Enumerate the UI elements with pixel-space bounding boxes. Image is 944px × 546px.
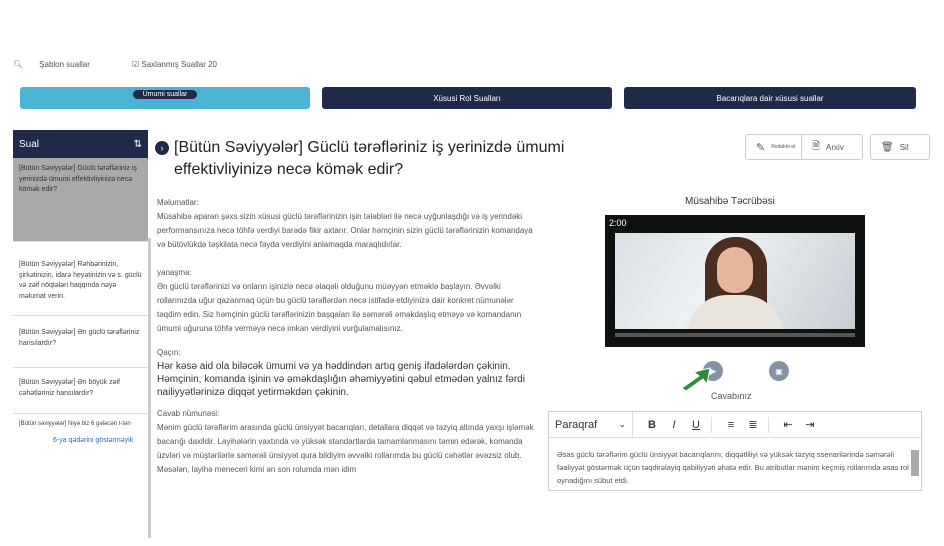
bullet-list-icon[interactable]: ≡ — [722, 419, 740, 431]
save-button[interactable]: ▣ — [769, 361, 789, 381]
toolbar-divider — [768, 416, 769, 433]
format-select-value: Paraqraf — [555, 418, 598, 431]
info-text: Müsahibə aparan şəxs sizin xüsusi güclü … — [157, 212, 533, 249]
sample-text: Mənim güclü tərəflərim arasında güclü ün… — [157, 423, 534, 474]
sidebar-item-label: [Bütün Səviyyələr] Rəhbərinizin, şirkəti… — [19, 261, 142, 300]
archive-label: Arxiv — [826, 142, 844, 152]
sidebar-header: Sual ⇅ — [13, 130, 148, 158]
outdent-icon[interactable]: ⇤ — [779, 418, 797, 431]
question-content: Məlumatlar: Müsahibə aparan şəxs sizin x… — [157, 196, 535, 485]
archive-button[interactable]: 🗎︎ Arxiv — [801, 134, 863, 160]
document-icon: 🗎︎ — [812, 140, 821, 152]
answer-editor[interactable]: Paraqraf ⌄ B I U ≡ ≣ ⇤ ⇥ Əsas güclü tərə… — [548, 411, 922, 491]
sidebar-scrollbar[interactable] — [148, 238, 151, 538]
sidebar-item-selected[interactable]: [Bütün Səviyyələr] Güclü tərəfləriniz iş… — [13, 158, 148, 242]
interviewer-face — [717, 247, 753, 293]
sidebar-item-label: [Bütün Səviyyələr] Ən böyük zəif cəhətlə… — [19, 379, 120, 397]
sidebar-item[interactable]: [Bütün Səviyyələr] Rəhbərinizin, şirkəti… — [13, 242, 148, 316]
search-icon: 🔍︎ — [13, 60, 24, 69]
sidebar-item[interactable]: [Bütün Səviyyələr] Ən güclü tərəfləriniz… — [13, 316, 148, 368]
avoid-heading: Qaçın: — [157, 348, 181, 357]
info-section: Məlumatlar: Müsahibə aparan şəxs sizin x… — [157, 196, 535, 252]
underline-icon[interactable]: U — [687, 419, 705, 431]
chevron-down-icon: ⌄ — [618, 419, 626, 429]
saved-questions-link[interactable]: ☑ Saxlanmış Suallar 20 — [132, 60, 217, 69]
info-heading: Məlumatlar: — [157, 198, 199, 207]
pencil-icon: ✎ — [756, 141, 766, 154]
sample-heading: Cavab nümunəsi: — [157, 409, 220, 418]
delete-label: Sil — [899, 142, 909, 152]
timer: 2:00 — [609, 218, 627, 228]
interviewer-body — [687, 295, 783, 329]
question-sidebar: Sual ⇅ [Bütün Səviyyələr] Güclü tərəflər… — [13, 130, 151, 538]
editor-text[interactable]: Əsas güclü tərəflərim güclü ünsiyyət bac… — [549, 438, 921, 497]
tab-role-label: Xüsusi Rol Sualları — [433, 93, 501, 103]
bold-icon[interactable]: B — [643, 419, 661, 431]
avoid-section: Qaçın: Hər kəsə aid ola biləcək ümumi və… — [157, 346, 535, 399]
sidebar-item[interactable]: [Bütün Səviyyələr] Ən böyük zəif cəhətlə… — [13, 368, 148, 414]
toolbar-divider — [711, 416, 712, 433]
pointer-arrow-icon — [681, 367, 711, 392]
tab-role-questions[interactable]: Xüsusi Rol Sualları — [322, 87, 612, 109]
sidebar-item[interactable]: [Bütün səviyyələr] Niyə biz 6 gələcən t-… — [13, 414, 148, 435]
video-frame — [615, 233, 855, 329]
tab-general-questions[interactable]: Ümumi suallar — [20, 87, 310, 109]
edit-label: Redaktə et — [771, 144, 796, 150]
delete-button[interactable]: 🗑︎ Sil — [870, 134, 930, 160]
tab-skill-questions[interactable]: Bacarıqlara dair xüsusi suallar — [624, 87, 916, 109]
trash-icon: 🗑︎ — [881, 141, 894, 153]
question-title: [Bütün Səviyyələr] Güclü tərəfləriniz iş… — [174, 139, 565, 178]
answer-label: Cavabınız — [711, 391, 752, 401]
saved-questions-label: ☑ Saxlanmış Suallar 20 — [132, 60, 217, 69]
save-icon: ▣ — [775, 366, 783, 376]
numbered-list-icon[interactable]: ≣ — [744, 418, 762, 431]
sidebar-title: Sual — [19, 138, 40, 150]
sort-icon[interactable]: ⇅ — [134, 139, 142, 150]
approach-heading: yanaşma: — [157, 268, 192, 277]
tab-skills-label: Bacarıqlara dair xüsusi suallar — [716, 93, 824, 103]
sidebar-item-label: [Bütün Səviyyələr] Ən güclü tərəfləriniz… — [19, 329, 140, 347]
template-questions-label: Şablon suallar — [39, 60, 90, 69]
sample-answer-section: Cavab nümunəsi: Mənim güclü tərəflərim a… — [157, 407, 535, 477]
approach-text: Ən güclü tərəflərinizi və onların işiniz… — [157, 282, 522, 333]
page-root: 🔍︎ Şablon suallar ☑ Saxlanmış Suallar 20… — [0, 0, 944, 546]
format-select[interactable]: Paraqraf ⌄ — [549, 412, 633, 437]
chevron-right-icon[interactable]: › — [155, 141, 169, 155]
italic-icon[interactable]: I — [665, 419, 683, 431]
sidebar-item-label: [Bütün Səviyyələr] Güclü tərəfləriniz iş… — [19, 165, 137, 193]
approach-section: yanaşma: Ən güclü tərəflərinizi və onlar… — [157, 266, 535, 336]
video-progress-bar[interactable] — [615, 333, 855, 337]
editor-scrollbar[interactable] — [911, 450, 919, 476]
sidebar-item-label: [Bütün səviyyələr] Niyə biz 6 gələcən t-… — [19, 421, 131, 427]
editor-toolbar: Paraqraf ⌄ B I U ≡ ≣ ⇤ ⇥ — [549, 412, 921, 438]
avoid-text: Hər kəsə aid ola biləcək ümumi və ya həd… — [157, 361, 525, 398]
indent-icon[interactable]: ⇥ — [801, 418, 819, 431]
tab-general-label: Ümumi suallar — [132, 90, 198, 99]
show-more-link[interactable]: 6-ya qədərini göstərməyik — [53, 437, 133, 444]
template-questions-link[interactable]: 🔍︎ Şablon suallar — [13, 60, 90, 69]
practice-title: Müsahibə Təcrübəsi — [685, 196, 775, 207]
video-player[interactable]: 2:00 — [605, 215, 865, 347]
